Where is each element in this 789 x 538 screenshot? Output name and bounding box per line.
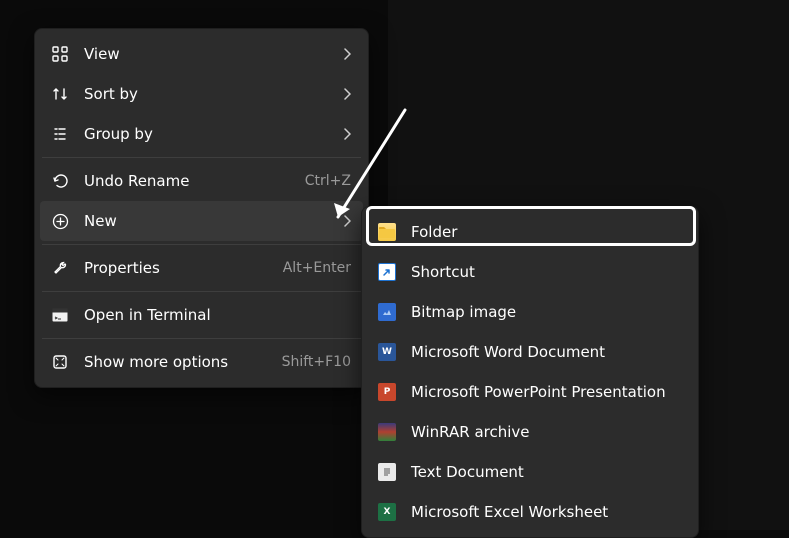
- menu-item-label: WinRAR archive: [411, 423, 681, 441]
- menu-item-label: Folder: [411, 223, 681, 241]
- menu-item-properties[interactable]: Properties Alt+Enter: [40, 248, 363, 288]
- submenu-item-powerpoint[interactable]: P Microsoft PowerPoint Presentation: [367, 372, 693, 412]
- menu-separator: [42, 291, 361, 292]
- menu-item-undo-rename[interactable]: Undo Rename Ctrl+Z: [40, 161, 363, 201]
- submenu-item-excel[interactable]: X Microsoft Excel Worksheet: [367, 492, 693, 532]
- menu-item-label: View: [84, 45, 337, 63]
- menu-item-accelerator: Shift+F10: [282, 354, 351, 370]
- chevron-right-icon: [337, 88, 351, 100]
- menu-separator: [42, 338, 361, 339]
- submenu-item-folder[interactable]: Folder: [367, 212, 693, 252]
- word-icon: W: [377, 342, 397, 362]
- menu-item-group-by[interactable]: Group by: [40, 114, 363, 154]
- grid-icon: [50, 44, 70, 64]
- menu-item-label: Microsoft Word Document: [411, 343, 681, 361]
- menu-item-view[interactable]: View: [40, 34, 363, 74]
- sort-icon: [50, 84, 70, 104]
- excel-icon: X: [377, 502, 397, 522]
- menu-item-accelerator: Alt+Enter: [283, 260, 351, 276]
- group-icon: [50, 124, 70, 144]
- submenu-item-text-document[interactable]: Text Document: [367, 452, 693, 492]
- menu-item-label: Text Document: [411, 463, 681, 481]
- menu-item-label: Sort by: [84, 85, 337, 103]
- menu-separator: [42, 157, 361, 158]
- menu-item-open-in-terminal[interactable]: Open in Terminal: [40, 295, 363, 335]
- wrench-icon: [50, 258, 70, 278]
- menu-separator: [42, 244, 361, 245]
- menu-item-label: Undo Rename: [84, 172, 297, 190]
- menu-item-label: Group by: [84, 125, 337, 143]
- submenu-item-word[interactable]: W Microsoft Word Document: [367, 332, 693, 372]
- context-menu: View Sort by Group by: [34, 28, 369, 388]
- menu-item-new[interactable]: New: [40, 201, 363, 241]
- menu-item-label: Microsoft Excel Worksheet: [411, 503, 681, 521]
- chevron-right-icon: [337, 48, 351, 60]
- menu-item-label: Shortcut: [411, 263, 681, 281]
- undo-icon: [50, 171, 70, 191]
- shortcut-icon: [377, 262, 397, 282]
- menu-item-sort-by[interactable]: Sort by: [40, 74, 363, 114]
- chevron-right-icon: [337, 215, 351, 227]
- menu-item-label: Properties: [84, 259, 275, 277]
- submenu-item-bitmap[interactable]: Bitmap image: [367, 292, 693, 332]
- menu-item-label: Microsoft PowerPoint Presentation: [411, 383, 681, 401]
- submenu-item-winrar[interactable]: WinRAR archive: [367, 412, 693, 452]
- chevron-right-icon: [337, 128, 351, 140]
- menu-item-label: Show more options: [84, 353, 274, 371]
- submenu-new: Folder Shortcut Bitmap image W Microsoft…: [361, 206, 699, 538]
- menu-item-accelerator: Ctrl+Z: [305, 173, 351, 189]
- powerpoint-icon: P: [377, 382, 397, 402]
- text-icon: [377, 462, 397, 482]
- winrar-icon: [377, 422, 397, 442]
- bitmap-icon: [377, 302, 397, 322]
- menu-item-label: New: [84, 212, 337, 230]
- terminal-icon: [50, 305, 70, 325]
- menu-item-label: Open in Terminal: [84, 306, 351, 324]
- menu-item-label: Bitmap image: [411, 303, 681, 321]
- plus-circle-icon: [50, 211, 70, 231]
- expand-icon: [50, 352, 70, 372]
- submenu-item-shortcut[interactable]: Shortcut: [367, 252, 693, 292]
- menu-item-show-more-options[interactable]: Show more options Shift+F10: [40, 342, 363, 382]
- folder-icon: [377, 222, 397, 242]
